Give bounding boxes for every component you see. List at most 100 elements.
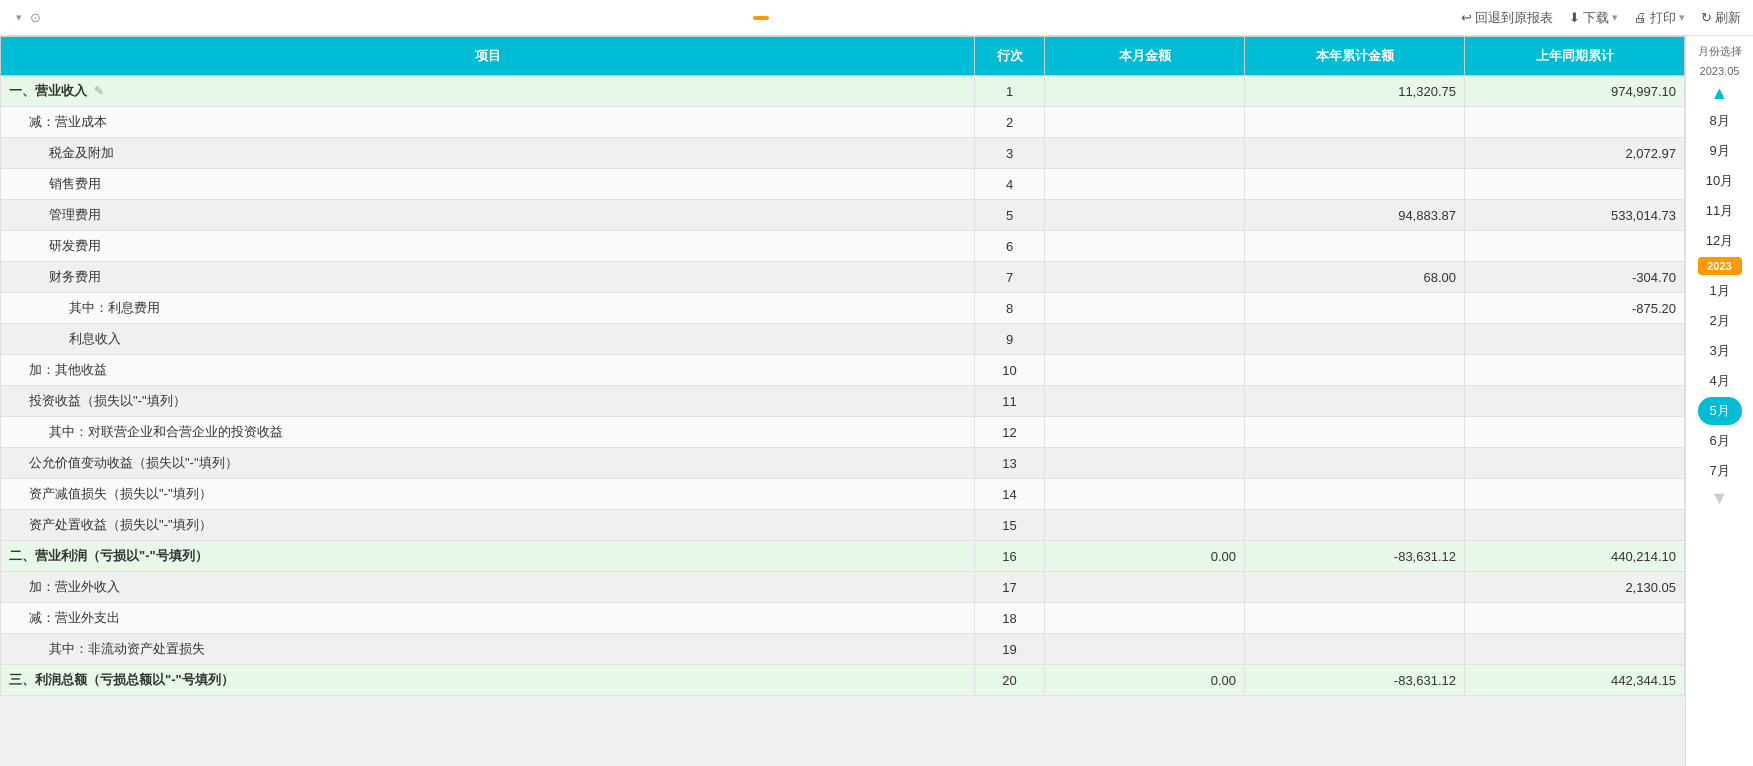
- month-item-2[interactable]: 2月: [1698, 307, 1742, 335]
- edit-icon[interactable]: ✎: [91, 84, 104, 98]
- table-row: 其中：利息费用8-875.20: [1, 293, 1685, 324]
- item-label: 管理费用: [9, 207, 101, 222]
- cell-year: [1245, 386, 1465, 417]
- nav-down-arrow[interactable]: ▼: [1711, 488, 1729, 509]
- cell-prev: [1465, 386, 1685, 417]
- cell-year: [1245, 572, 1465, 603]
- top-bar-left: ▾ ⊙: [12, 10, 41, 25]
- cell-item: 研发费用: [1, 231, 975, 262]
- item-label: 资产处置收益（损失以"-"填列）: [9, 517, 212, 532]
- item-label: 公允价值变动收益（损失以"-"填列）: [9, 455, 238, 470]
- table-row: 二、营业利润（亏损以"-"号填列）160.00-83,631.12440,214…: [1, 541, 1685, 572]
- cell-month: [1045, 231, 1245, 262]
- table-area: 项目 行次 本月金额 本年累计金额 上年同期累计 一、营业收入 ✎111,320…: [0, 36, 1685, 766]
- cell-line: 6: [975, 231, 1045, 262]
- table-row: 投资收益（损失以"-"填列）11: [1, 386, 1685, 417]
- cell-prev: [1465, 169, 1685, 200]
- month-item-9[interactable]: 9月: [1698, 137, 1742, 165]
- main-content: 项目 行次 本月金额 本年累计金额 上年同期累计 一、营业收入 ✎111,320…: [0, 36, 1753, 766]
- cell-item: 三、利润总额（亏损总额以"-"号填列）: [1, 665, 975, 696]
- table-row: 加：其他收益 10: [1, 355, 1685, 386]
- month-item-1[interactable]: 1月: [1698, 277, 1742, 305]
- cell-year: [1245, 355, 1465, 386]
- cell-year: [1245, 510, 1465, 541]
- print-chevron: ▾: [1679, 11, 1685, 24]
- cell-year: [1245, 603, 1465, 634]
- month-item-3[interactable]: 3月: [1698, 337, 1742, 365]
- month-item-7[interactable]: 7月: [1698, 457, 1742, 485]
- cell-item: 加：其他收益: [1, 355, 975, 386]
- cell-year: [1245, 138, 1465, 169]
- cell-line: 7: [975, 262, 1045, 293]
- cell-item: 减：营业成本: [1, 107, 975, 138]
- refresh-button[interactable]: ↻ 刷新: [1701, 9, 1741, 27]
- refresh-icon: ↻: [1701, 10, 1712, 25]
- top-bar-right: ↩ 回退到原报表 ⬇ 下载 ▾ 🖨 打印 ▾ ↻ 刷新: [1461, 9, 1741, 27]
- cell-prev: 440,214.10: [1465, 541, 1685, 572]
- cell-month: 0.00: [1045, 541, 1245, 572]
- cell-prev: [1465, 107, 1685, 138]
- cell-line: 20: [975, 665, 1045, 696]
- cell-item: 减：营业外支出: [1, 603, 975, 634]
- month-item-6[interactable]: 6月: [1698, 427, 1742, 455]
- print-label: 打印: [1650, 9, 1676, 27]
- cell-month: [1045, 293, 1245, 324]
- table-row: 利息收入9: [1, 324, 1685, 355]
- download-button[interactable]: ⬇ 下载 ▾: [1569, 9, 1618, 27]
- month-sidebar: 月份选择 2023.05 ▲ 8月 9月 10月 11月 12月 2023 1月…: [1685, 36, 1753, 766]
- table-row: 三、利润总额（亏损总额以"-"号填列）200.00-83,631.12442,3…: [1, 665, 1685, 696]
- cell-month: [1045, 200, 1245, 231]
- cell-month: 0.00: [1045, 665, 1245, 696]
- header-prev: 上年同期累计: [1465, 37, 1685, 76]
- cell-line[interactable]: 11: [975, 386, 1045, 417]
- sidebar-title: 月份选择: [1698, 40, 1742, 63]
- item-label: 减：营业外支出: [9, 610, 120, 625]
- month-item-4[interactable]: 4月: [1698, 367, 1742, 395]
- month-item-10[interactable]: 10月: [1698, 167, 1742, 195]
- cell-prev: [1465, 448, 1685, 479]
- item-label: 加：其他收益: [9, 362, 107, 377]
- all-button[interactable]: ▾: [12, 11, 22, 24]
- cell-line[interactable]: 10: [975, 355, 1045, 386]
- cell-line: 5: [975, 200, 1045, 231]
- month-item-8[interactable]: 8月: [1698, 107, 1742, 135]
- cell-month: [1045, 386, 1245, 417]
- item-label: 其中：非流动资产处置损失: [9, 641, 205, 656]
- cell-year: [1245, 479, 1465, 510]
- top-bar-center: [733, 16, 769, 20]
- cell-line[interactable]: 17: [975, 572, 1045, 603]
- cell-month: [1045, 448, 1245, 479]
- cell-prev: 442,344.15: [1465, 665, 1685, 696]
- unfinished-badge[interactable]: [753, 16, 769, 20]
- cell-item: 公允价值变动收益（损失以"-"填列）: [1, 448, 975, 479]
- back-button[interactable]: ↩ 回退到原报表: [1461, 9, 1553, 27]
- table-row: 减：营业外支出 18: [1, 603, 1685, 634]
- cell-month: [1045, 138, 1245, 169]
- table-row: 一、营业收入 ✎111,320.75974,997.10: [1, 76, 1685, 107]
- item-label: 其中：利息费用: [9, 300, 160, 315]
- cell-line: 18: [975, 603, 1045, 634]
- month-item-11[interactable]: 11月: [1698, 197, 1742, 225]
- cell-item: 财务费用: [1, 262, 975, 293]
- cell-year: [1245, 324, 1465, 355]
- cell-line: 16: [975, 541, 1045, 572]
- cell-year: [1245, 107, 1465, 138]
- cell-item: 销售费用: [1, 169, 975, 200]
- cell-prev: [1465, 510, 1685, 541]
- cell-line: 15: [975, 510, 1045, 541]
- question-icon[interactable]: ⊙: [30, 10, 41, 25]
- month-item-12[interactable]: 12月: [1698, 227, 1742, 255]
- cell-prev: 2,072.97: [1465, 138, 1685, 169]
- chevron-down-icon: ▾: [16, 11, 22, 24]
- cell-month: [1045, 324, 1245, 355]
- month-item-5-active[interactable]: 5月: [1698, 397, 1742, 425]
- table-row: 其中：非流动资产处置损失19: [1, 634, 1685, 665]
- cell-prev: [1465, 324, 1685, 355]
- cell-year: [1245, 293, 1465, 324]
- item-label: 加：营业外收入: [9, 579, 120, 594]
- nav-up-arrow[interactable]: ▲: [1711, 83, 1729, 104]
- cell-prev: [1465, 634, 1685, 665]
- cell-item: 税金及附加: [1, 138, 975, 169]
- print-button[interactable]: 🖨 打印 ▾: [1634, 9, 1685, 27]
- cell-line: 14: [975, 479, 1045, 510]
